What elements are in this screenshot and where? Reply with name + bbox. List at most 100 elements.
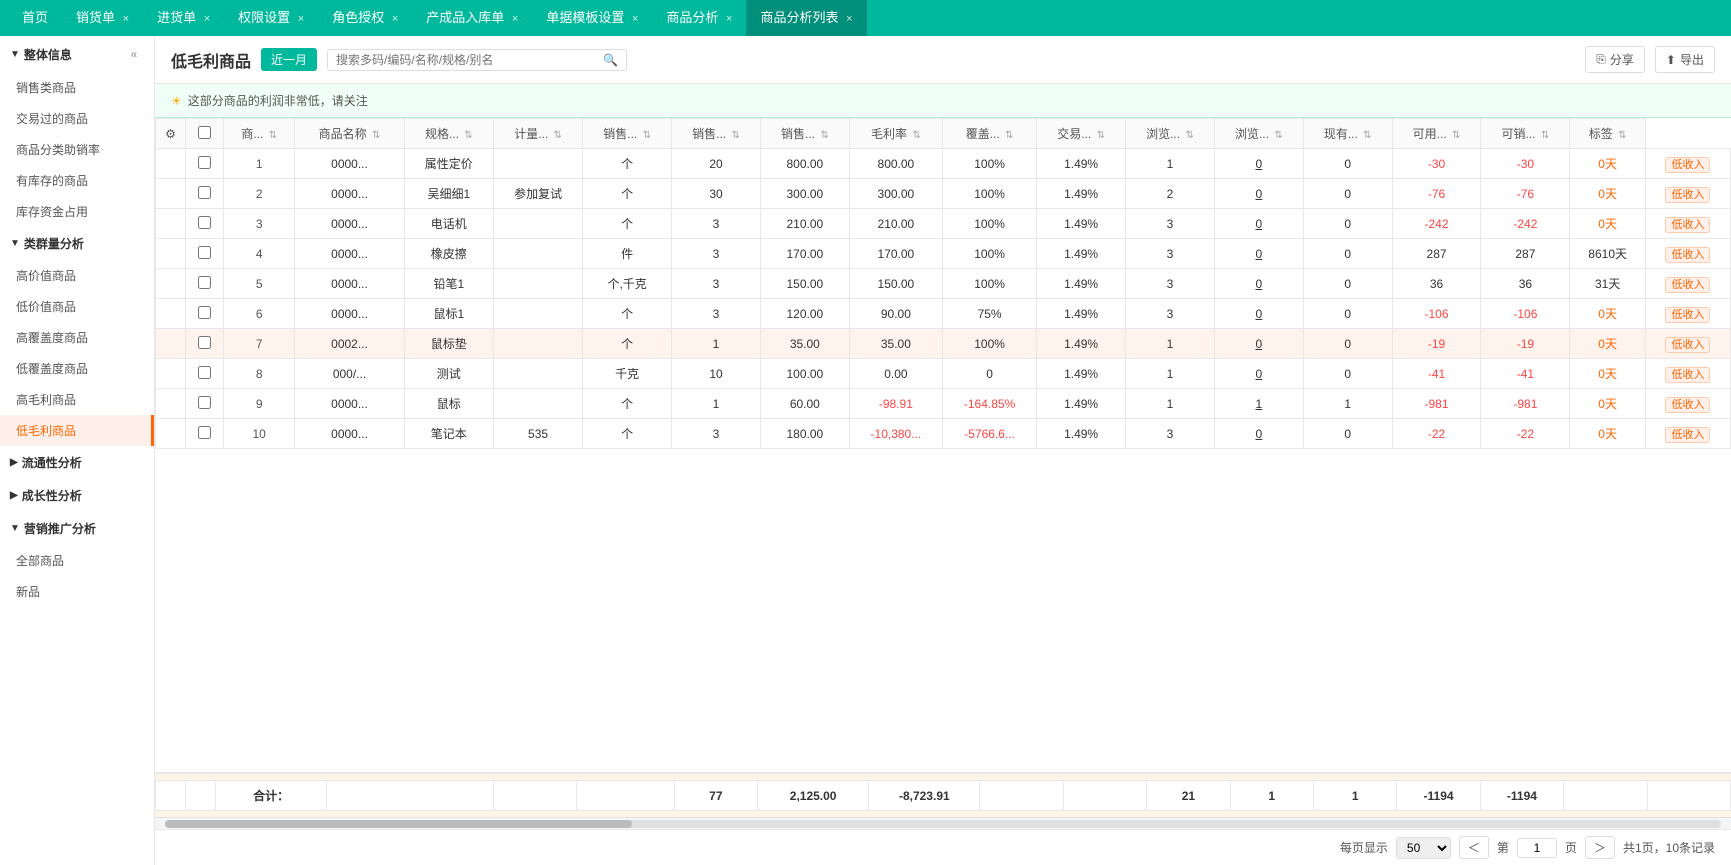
nav-product-entry[interactable]: 产成品入库单 × xyxy=(412,0,532,36)
col-view1[interactable]: 浏览... ⇅ xyxy=(1126,119,1215,149)
col-unit[interactable]: 计量... ⇅ xyxy=(493,119,582,149)
share-button[interactable]: ⎘ 分享 xyxy=(1585,46,1645,73)
row-select-checkbox[interactable] xyxy=(198,366,211,379)
row-select-checkbox[interactable] xyxy=(198,396,211,409)
row-view1[interactable]: 0 xyxy=(1214,269,1303,299)
sidebar-group-circulation[interactable]: ▶ 流通性分析 xyxy=(0,446,154,479)
sidebar-item-sales-products[interactable]: 销售类商品 xyxy=(0,72,154,103)
close-icon[interactable]: × xyxy=(204,13,210,25)
col-current-stock[interactable]: 现有... ⇅ xyxy=(1303,119,1392,149)
scrollbar-thumb[interactable] xyxy=(165,820,632,828)
row-select-checkbox[interactable] xyxy=(198,306,211,319)
horizontal-scrollbar[interactable] xyxy=(155,817,1731,829)
row-select-checkbox[interactable] xyxy=(198,246,211,259)
row-select-checkbox[interactable] xyxy=(198,426,211,439)
row-select-checkbox[interactable] xyxy=(198,276,211,289)
page-input[interactable] xyxy=(1517,838,1557,858)
sidebar-item-traded-products[interactable]: 交易过的商品 xyxy=(0,103,154,134)
nav-product-analysis[interactable]: 商品分析 × xyxy=(652,0,746,36)
export-button[interactable]: ⬆ 导出 xyxy=(1655,46,1715,73)
col-view2[interactable]: 浏览... ⇅ xyxy=(1214,119,1303,149)
nav-home[interactable]: 首页 xyxy=(8,0,62,36)
prev-page-button[interactable]: ＜ xyxy=(1459,836,1489,859)
nav-template-settings[interactable]: 单据模板设置 × xyxy=(532,0,652,36)
sidebar-group-cluster-analysis[interactable]: ▼ 类群量分析 xyxy=(0,227,154,260)
collapse-icon[interactable]: « xyxy=(124,44,144,64)
row-sales-price: 100.00 xyxy=(760,359,849,389)
row-checkbox[interactable] xyxy=(186,269,224,299)
row-view1[interactable]: 0 xyxy=(1214,179,1303,209)
close-icon[interactable]: × xyxy=(298,13,304,25)
row-view1[interactable]: 0 xyxy=(1214,329,1303,359)
sidebar-group-marketing[interactable]: ▼ 营销推广分析 xyxy=(0,512,154,545)
nav-role-auth[interactable]: 角色授权 × xyxy=(318,0,412,36)
row-select-checkbox[interactable] xyxy=(198,156,211,169)
col-sellable[interactable]: 可销... ⇅ xyxy=(1481,119,1570,149)
data-table-wrapper[interactable]: ⚙ 商... ⇅ 商品名称 ⇅ 规格... ⇅ 计量... ⇅ 销售... ⇅ … xyxy=(155,118,1731,772)
row-select-checkbox[interactable] xyxy=(198,336,211,349)
sidebar-item-high-margin[interactable]: 高毛利商品 xyxy=(0,384,154,415)
row-name: 鼠标垫 xyxy=(404,329,493,359)
sidebar-group-growth[interactable]: ▶ 成长性分析 xyxy=(0,479,154,512)
row-select-checkbox[interactable] xyxy=(198,186,211,199)
close-icon[interactable]: × xyxy=(632,13,638,25)
col-sales-qty[interactable]: 销售... ⇅ xyxy=(583,119,672,149)
row-sellable: 0天 xyxy=(1570,359,1646,389)
sidebar-item-high-value[interactable]: 高价值商品 xyxy=(0,260,154,291)
row-checkbox[interactable] xyxy=(186,149,224,179)
col-settings[interactable]: ⚙ xyxy=(156,119,186,149)
sidebar-item-stock-products[interactable]: 有库存的商品 xyxy=(0,165,154,196)
sidebar-item-low-value[interactable]: 低价值商品 xyxy=(0,291,154,322)
close-icon[interactable]: × xyxy=(726,13,732,25)
col-available[interactable]: 可用... ⇅ xyxy=(1392,119,1481,149)
col-name[interactable]: 商品名称 ⇅ xyxy=(295,119,404,149)
sidebar-group-overall-info[interactable]: ▼ 整体信息 « xyxy=(0,36,154,72)
sidebar-item-low-margin[interactable]: 低毛利商品 xyxy=(0,415,154,446)
row-view1[interactable]: 0 xyxy=(1214,209,1303,239)
col-coverage[interactable]: 覆盖... ⇅ xyxy=(942,119,1036,149)
row-view1[interactable]: 1 xyxy=(1214,389,1303,419)
row-checkbox[interactable] xyxy=(186,239,224,269)
col-sales-price[interactable]: 销售... ⇅ xyxy=(672,119,761,149)
close-icon[interactable]: × xyxy=(512,13,518,25)
row-checkbox[interactable] xyxy=(186,299,224,329)
select-all-checkbox[interactable] xyxy=(198,126,211,139)
date-filter-button[interactable]: 近一月 xyxy=(261,48,317,71)
row-checkbox[interactable] xyxy=(186,389,224,419)
row-view1[interactable]: 0 xyxy=(1214,299,1303,329)
col-trade-count[interactable]: 交易... ⇅ xyxy=(1037,119,1126,149)
col-tag[interactable]: 标签 ⇅ xyxy=(1570,119,1646,149)
col-code[interactable]: 商... ⇅ xyxy=(224,119,295,149)
row-view1[interactable]: 0 xyxy=(1214,149,1303,179)
nav-sales-order[interactable]: 销货单 × xyxy=(62,0,143,36)
sidebar-item-high-coverage[interactable]: 高覆盖度商品 xyxy=(0,322,154,353)
sidebar-item-all-products[interactable]: 全部商品 xyxy=(0,545,154,576)
col-gross-margin[interactable]: 毛利率 ⇅ xyxy=(849,119,942,149)
row-view1[interactable]: 0 xyxy=(1214,239,1303,269)
close-icon[interactable]: × xyxy=(846,13,852,25)
row-checkbox[interactable] xyxy=(186,419,224,449)
row-view1[interactable]: 0 xyxy=(1214,359,1303,389)
nav-product-analysis-list[interactable]: 商品分析列表 × xyxy=(746,0,866,36)
row-checkbox[interactable] xyxy=(186,359,224,389)
col-checkbox[interactable] xyxy=(186,119,224,149)
row-checkbox[interactable] xyxy=(186,209,224,239)
search-input[interactable] xyxy=(336,53,603,67)
col-sales-amount[interactable]: 销售... ⇅ xyxy=(760,119,849,149)
sidebar-item-new-products[interactable]: 新品 xyxy=(0,576,154,607)
nav-purchase-order[interactable]: 进货单 × xyxy=(143,0,224,36)
row-select-checkbox[interactable] xyxy=(198,216,211,229)
per-page-select[interactable]: 50 20 100 xyxy=(1396,837,1451,859)
sidebar-item-low-coverage[interactable]: 低覆盖度商品 xyxy=(0,353,154,384)
next-page-button[interactable]: ＞ xyxy=(1585,836,1615,859)
row-checkbox[interactable] xyxy=(186,179,224,209)
row-view1[interactable]: 0 xyxy=(1214,419,1303,449)
sidebar-item-category-sales-rate[interactable]: 商品分类助销率 xyxy=(0,134,154,165)
sidebar-item-stock-capital[interactable]: 库存资金占用 xyxy=(0,196,154,227)
nav-permission-settings[interactable]: 权限设置 × xyxy=(224,0,318,36)
row-checkbox[interactable] xyxy=(186,329,224,359)
col-spec[interactable]: 规格... ⇅ xyxy=(404,119,493,149)
search-icon[interactable]: 🔍 xyxy=(603,53,618,67)
close-icon[interactable]: × xyxy=(392,13,398,25)
close-icon[interactable]: × xyxy=(123,13,129,25)
